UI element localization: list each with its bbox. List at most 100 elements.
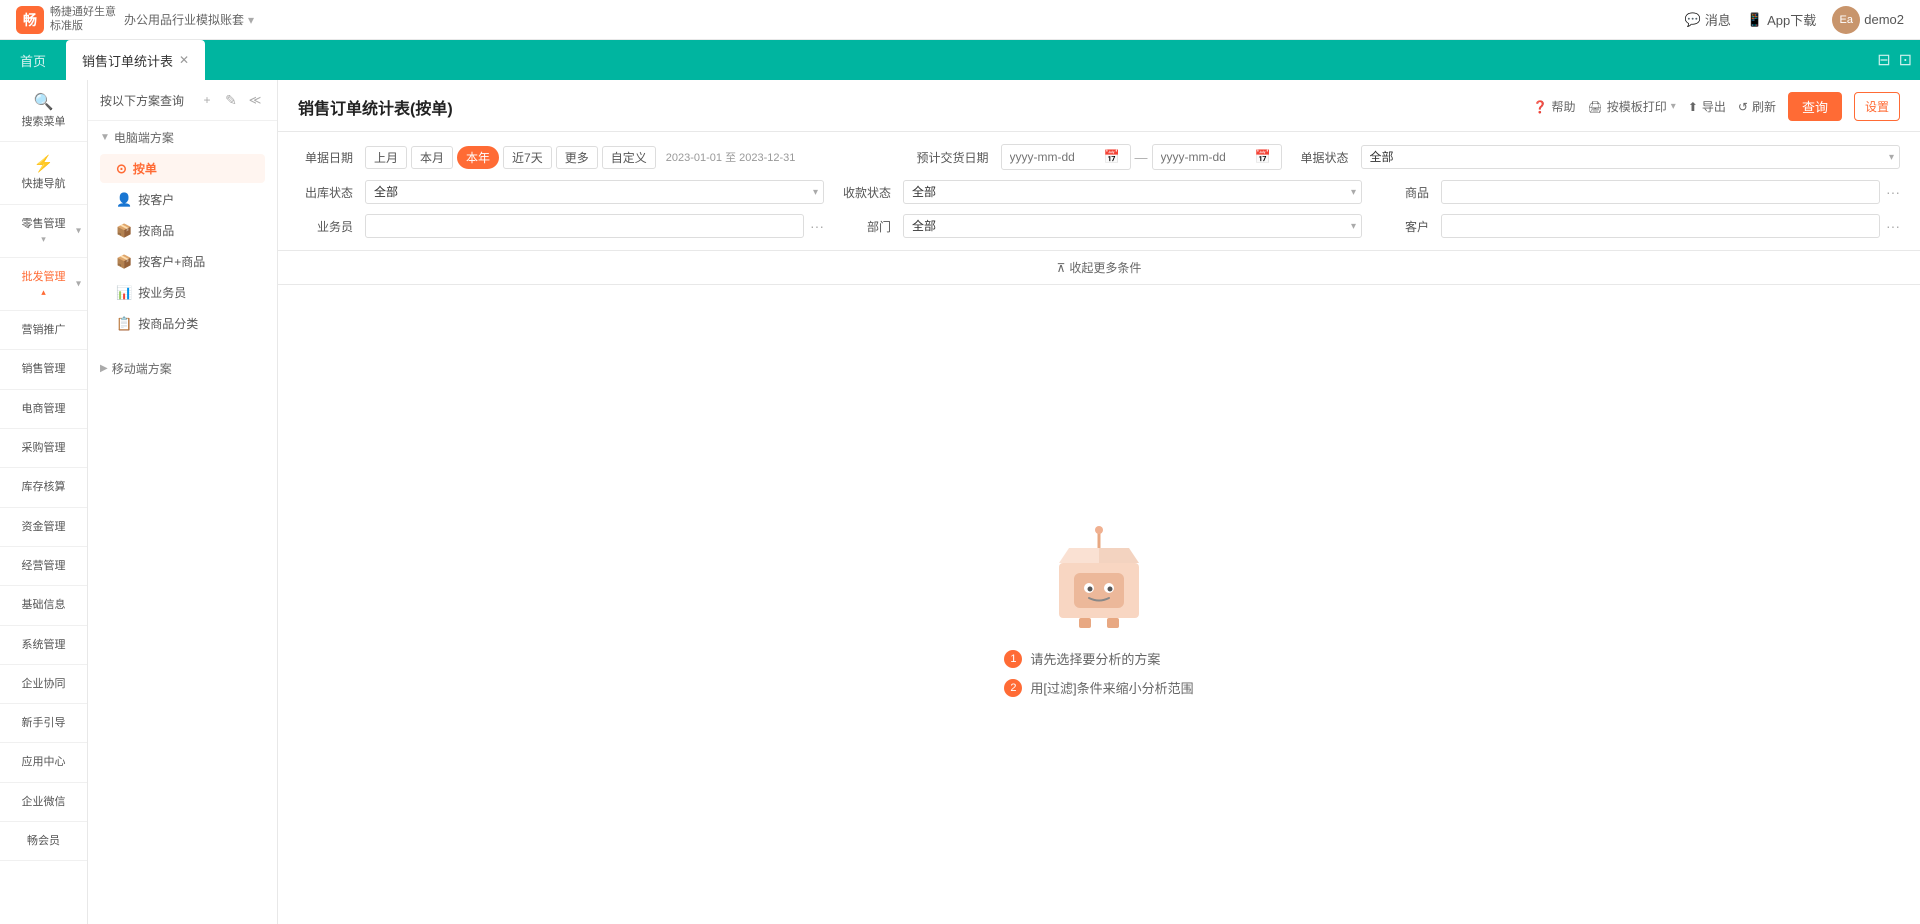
sales-input[interactable] [365, 214, 804, 238]
message-button[interactable]: 💬 消息 [1685, 10, 1731, 29]
sidebar-item-app-center[interactable]: 应用中心 [0, 743, 87, 782]
tab-close-icon[interactable]: ✕ [179, 53, 189, 67]
prev-month-button[interactable]: 上月 [365, 146, 407, 169]
scheme-item-by-sales[interactable]: 📊 按业务员 [100, 278, 265, 307]
scheme-item-by-product[interactable]: 📦 按商品 [100, 216, 265, 245]
sidebar-app-center-label: 应用中心 [22, 755, 66, 769]
sidebar-inventory-label: 库存核算 [22, 480, 66, 494]
sidebar-item-marketing[interactable]: 营销推广 [0, 311, 87, 350]
sidebar-sales-label: 销售管理 [22, 362, 66, 376]
scheme-item-by-category[interactable]: 📋 按商品分类 [100, 309, 265, 338]
scheme-by-sales-icon: 📊 [116, 285, 132, 301]
collapse-scheme-button[interactable]: ≪ [245, 90, 265, 110]
logo-area: 畅 畅捷通好生意 标准版 [16, 6, 116, 34]
add-scheme-button[interactable]: + [197, 90, 217, 110]
doc-status-select[interactable]: 全部 待审核 已审核 已完成 [1361, 145, 1901, 169]
tab-home[interactable]: 首页 [0, 40, 66, 80]
dept-control: 全部 [903, 214, 1362, 238]
payment-status-select-wrap: 全部 [903, 180, 1362, 204]
sidebar-item-quick-nav[interactable]: ⚡ 快捷导航 [0, 142, 87, 204]
template-print-label: 按模板打印 [1607, 98, 1667, 115]
sidebar-item-inventory[interactable]: 库存核算 [0, 468, 87, 507]
app-download-button[interactable]: 📱 App下载 [1747, 10, 1816, 29]
retail-chevron-icon: ▾ [41, 234, 46, 245]
pc-section-title[interactable]: ▼ 电脑端方案 [100, 129, 265, 146]
export-button[interactable]: ⬆ 导出 [1688, 98, 1726, 115]
date-label: 单据日期 [298, 149, 353, 166]
user-area[interactable]: Ea demo2 [1832, 6, 1904, 34]
collapse-label: 收起更多条件 [1069, 259, 1141, 276]
scheme-item-by-customer[interactable]: 👤 按客户 [100, 185, 265, 214]
sidebar-item-wholesale[interactable]: 批发管理 ▴ [0, 258, 87, 311]
sidebar-finance-label: 资金管理 [22, 520, 66, 534]
scheme-item-by-cust-prod[interactable]: 📦 按客户+商品 [100, 247, 265, 276]
dept-select-wrap: 全部 [903, 214, 1362, 238]
settings-button[interactable]: 设置 [1854, 92, 1900, 121]
expected-date-start-field[interactable] [1010, 150, 1100, 164]
top-bar-left: 畅 畅捷通好生意 标准版 办公用品行业模拟账套 ▾ [16, 6, 254, 34]
dept-select[interactable]: 全部 [903, 214, 1362, 238]
sidebar-item-operation[interactable]: 经营管理 [0, 547, 87, 586]
doc-status-label: 单据状态 [1294, 149, 1349, 166]
sidebar-item-basic[interactable]: 基础信息 [0, 586, 87, 625]
sidebar-item-sales[interactable]: 销售管理 [0, 350, 87, 389]
edit-scheme-button[interactable]: ✎ [221, 90, 241, 110]
payment-status-select[interactable]: 全部 [903, 180, 1362, 204]
query-button[interactable]: 查询 [1788, 92, 1842, 121]
mobile-section-arrow-icon: ▶ [100, 363, 108, 374]
sidebar-item-retail[interactable]: 零售管理 ▾ [0, 205, 87, 258]
scheme-panel: 按以下方案查询 + ✎ ≪ ▼ 电脑端方案 ⊙ 按单 [88, 80, 278, 924]
filter-area: 单据日期 上月 本月 本年 近7天 更多 自定义 2023-01-01 至 20… [278, 132, 1920, 251]
refresh-button[interactable]: ↺ 刷新 [1738, 98, 1776, 115]
sidebar-item-finance[interactable]: 资金管理 [0, 508, 87, 547]
sidebar-item-purchase[interactable]: 采购管理 [0, 429, 87, 468]
sidebar-system-label: 系统管理 [22, 638, 66, 652]
scheme-item-by-order[interactable]: ⊙ 按单 [100, 154, 265, 183]
sidebar-item-enterprise[interactable]: 企业协同 [0, 665, 87, 704]
refresh-icon: ↺ [1738, 100, 1748, 114]
sidebar-item-search[interactable]: 🔍 搜索菜单 [0, 80, 87, 142]
collapse-button[interactable]: ⊼ 收起更多条件 [1057, 259, 1142, 276]
scheme-by-sales-label: 按业务员 [138, 284, 186, 301]
this-month-button[interactable]: 本月 [411, 146, 453, 169]
delivery-status-select[interactable]: 全部 [365, 180, 824, 204]
print-icon: 🖨 [1588, 100, 1603, 114]
expected-date-end-input[interactable]: 📅 [1152, 144, 1282, 170]
message-label: 消息 [1705, 10, 1731, 29]
sales-more-icon[interactable]: ··· [810, 218, 824, 234]
customer-more-icon[interactable]: ··· [1886, 218, 1900, 234]
more-button[interactable]: 更多 [556, 146, 598, 169]
template-print-button[interactable]: 🖨 按模板打印 ▾ [1588, 98, 1676, 115]
sidebar-purchase-label: 采购管理 [22, 441, 66, 455]
sidebar-item-system[interactable]: 系统管理 [0, 626, 87, 665]
scheme-by-category-label: 按商品分类 [138, 315, 198, 332]
last-7-button[interactable]: 近7天 [503, 146, 552, 169]
mobile-section-title[interactable]: ▶ 移动端方案 [100, 360, 265, 377]
help-button[interactable]: ❓ 帮助 [1533, 98, 1576, 115]
collapse-bar: ⊼ 收起更多条件 [278, 251, 1920, 285]
sidebar-item-member[interactable]: 畅会员 [0, 822, 87, 861]
customer-input[interactable] [1441, 214, 1880, 238]
empty-tips: 1 请先选择要分析的方案 2 用[过滤]条件来缩小分析范围 [1004, 649, 1193, 697]
this-year-button[interactable]: 本年 [457, 146, 499, 169]
expected-date-control: 📅 — 📅 [1001, 144, 1282, 170]
scheme-by-order-label: 按单 [133, 160, 157, 177]
print-chevron-icon: ▾ [1671, 101, 1676, 112]
sidebar-item-corp-wechat[interactable]: 企业微信 [0, 783, 87, 822]
sidebar-item-ecom[interactable]: 电商管理 [0, 390, 87, 429]
goods-input[interactable] [1441, 180, 1880, 204]
expected-date-start-input[interactable]: 📅 [1001, 144, 1131, 170]
expected-date-end-field[interactable] [1161, 150, 1251, 164]
tab-minimize-button[interactable]: ⊟ [1877, 50, 1890, 70]
pc-scheme-list: ⊙ 按单 👤 按客户 📦 按商品 📦 按客户+商品 [100, 150, 265, 344]
custom-button[interactable]: 自定义 [602, 146, 656, 169]
sidebar-item-guide[interactable]: 新手引导 [0, 704, 87, 743]
tab-order-stats[interactable]: 销售订单统计表 ✕ [66, 40, 205, 80]
wholesale-chevron-icon: ▴ [41, 287, 46, 298]
pc-section-arrow-icon: ▼ [100, 132, 110, 143]
tab-maximize-button[interactable]: ⊡ [1899, 50, 1912, 70]
tab-order-stats-label: 销售订单统计表 [82, 51, 173, 70]
scheme-by-category-icon: 📋 [116, 316, 132, 332]
app-download-label: App下载 [1767, 10, 1816, 29]
goods-more-icon[interactable]: ··· [1886, 184, 1900, 200]
